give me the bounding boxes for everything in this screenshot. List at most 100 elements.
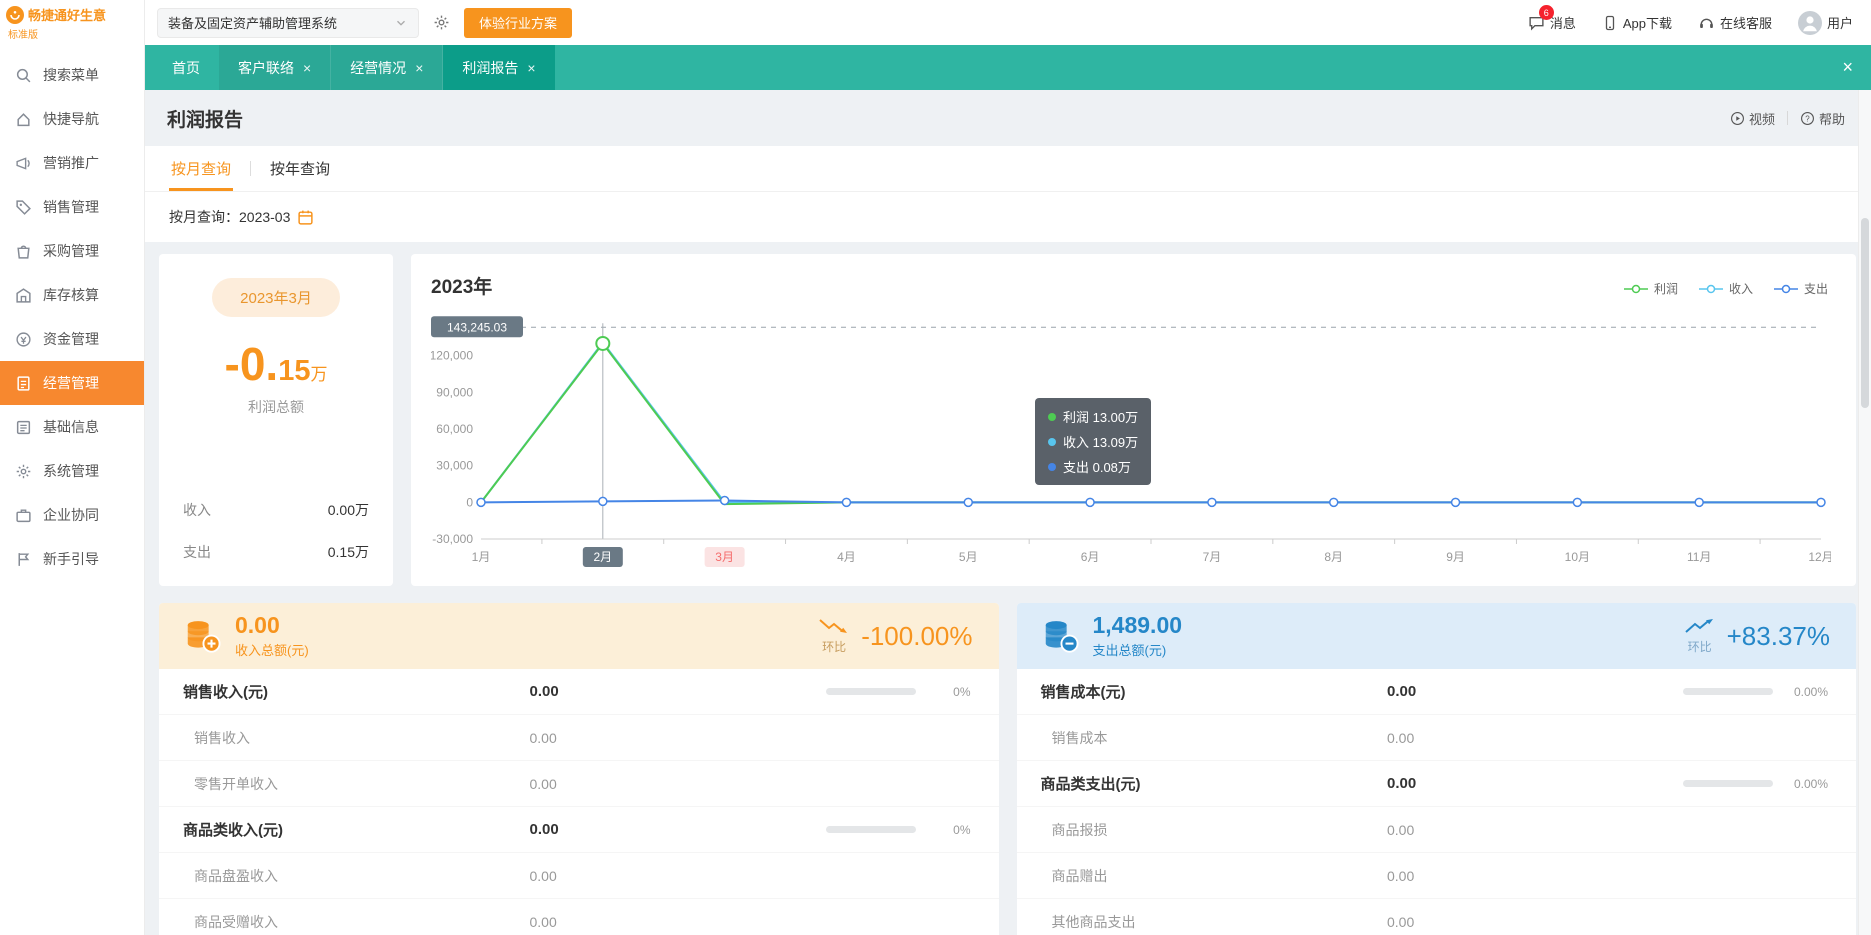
logo-title: 畅捷通好生意 (28, 8, 107, 23)
help-link[interactable]: ? 帮助 (1800, 109, 1845, 128)
stat-row-value: 0.00 (529, 821, 559, 838)
svg-text:0: 0 (466, 495, 473, 509)
stat-rows: 销售收入(元) 0.00 0% 销售收入 0.00 零售开单收入 0.00 商品类收入(元) 0… (159, 669, 999, 935)
calendar-icon[interactable] (297, 209, 314, 226)
query-tab-monthly[interactable]: 按月查询 (169, 146, 234, 191)
play-circle-icon (1730, 111, 1745, 126)
sidebar-item-system[interactable]: 系统管理 (0, 449, 144, 493)
legend-item[interactable]: 利润 (1623, 280, 1678, 297)
stat-row-label: 商品受赠收入 (194, 913, 278, 930)
tab-business-overview[interactable]: 经营情况 × (331, 45, 444, 90)
profit-chart[interactable]: 120,000 90,000 60,000 30,000 0 -30,000 143,245… (430, 307, 1836, 584)
income-card: 0.00 收入总额(元) 环比 -100.00% 销售收入(元) 0.00 0% 销售收入 0.… (159, 603, 999, 935)
stat-row-label: 商品类支出(元) (1040, 776, 1141, 793)
stat-row: 销售收入 0.00 (159, 715, 999, 761)
tab-bar: 首页 客户联络 × 经营情况 × 利润报告 × × (145, 45, 1871, 90)
sidebar-item-purchase[interactable]: 采购管理 (0, 229, 144, 273)
stat-row-value: 0.00 (1387, 729, 1415, 746)
experience-solution-button[interactable]: 体验行业方案 (464, 7, 573, 38)
ratio-label: 环比 (1687, 639, 1712, 654)
scrollbar-thumb[interactable] (1861, 218, 1869, 408)
tab-label: 经营情况 (350, 59, 407, 76)
sidebar-item-search-menu[interactable]: 搜索菜单 (0, 53, 144, 97)
progress-bar (825, 826, 916, 833)
sidebar-item-label: 快捷导航 (43, 111, 99, 127)
online-service-button[interactable]: 在线客服 (1698, 13, 1772, 32)
sidebar-item-label: 营销推广 (43, 155, 99, 171)
messages-button[interactable]: 6 消息 (1528, 5, 1576, 32)
tab-close-icon[interactable]: × (527, 60, 535, 76)
sidebar-item-guide[interactable]: 新手引导 (0, 537, 144, 581)
sidebar-item-basic-info[interactable]: 基础信息 (0, 405, 144, 449)
topbar: 装备及固定资产辅助管理系统 体验行业方案 6 消息 App下载 在线客服 用户 (145, 0, 1871, 45)
sidebar-item-funds[interactable]: 资金管理 (0, 317, 144, 361)
tab-label: 利润报告 (462, 59, 519, 76)
inventory-icon (15, 287, 32, 304)
avatar (1797, 10, 1822, 35)
purchase-icon (15, 243, 32, 260)
tab-customer-contact[interactable]: 客户联络 × (219, 45, 332, 90)
sidebar-item-marketing[interactable]: 营销推广 (0, 141, 144, 185)
close-all-tabs-icon[interactable]: × (1824, 45, 1871, 90)
progress-percent: 0% (953, 822, 971, 837)
svg-text:1月: 1月 (472, 550, 491, 564)
product-select-value: 装备及固定资产辅助管理系统 (168, 16, 338, 31)
sidebar-item-label: 企业协同 (43, 507, 99, 523)
profit-amount-label: 利润总额 (248, 399, 304, 415)
svg-text:4月: 4月 (837, 550, 856, 564)
stat-row: 商品受赠收入 0.00 (159, 899, 999, 935)
legend-item[interactable]: 支出 (1773, 280, 1828, 297)
user-menu[interactable]: 用户 (1797, 10, 1853, 35)
stat-row-value: 0.00 (529, 729, 557, 746)
month-picker-value[interactable]: 2023-03 (239, 209, 290, 225)
sidebar-item-collaboration[interactable]: 企业协同 (0, 493, 144, 537)
product-select[interactable]: 装备及固定资产辅助管理系统 (157, 7, 419, 38)
stat-row: 商品赠出 0.00 (1016, 853, 1856, 899)
divider (1786, 111, 1788, 125)
settings-gear-icon[interactable] (433, 14, 450, 31)
stat-row-label: 商品赠出 (1051, 867, 1108, 884)
sidebar-item-label: 系统管理 (43, 463, 99, 479)
sidebar-item-label: 经营管理 (43, 375, 99, 391)
sidebar: 畅捷通好生意 标准版 搜索菜单 快捷导航 营销推广 销售管理 采购管理 库存核算 资金管理经… (0, 0, 145, 935)
sidebar-item-quick-nav[interactable]: 快捷导航 (0, 97, 144, 141)
stat-row: 商品类收入(元) 0.00 0% (159, 807, 999, 853)
progress-bar (1683, 688, 1773, 695)
legend-item[interactable]: 收入 (1698, 280, 1753, 297)
page-header: 利润报告 视频 ? 帮助 (145, 90, 1871, 146)
page-title: 利润报告 (167, 109, 244, 131)
sidebar-item-operations[interactable]: 经营管理 (0, 361, 144, 405)
stat-row-value: 0.00 (529, 775, 557, 792)
summary-row: 收入 0.00万 (183, 502, 369, 518)
tab-home[interactable]: 首页 (153, 45, 219, 90)
total-value: 0.00 (235, 611, 280, 638)
svg-text:?: ? (1805, 114, 1810, 123)
query-tab-yearly[interactable]: 按年查询 (268, 146, 332, 191)
sidebar-item-sales[interactable]: 销售管理 (0, 185, 144, 229)
stat-row-label: 销售收入 (194, 729, 250, 746)
svg-text:12月: 12月 (1808, 550, 1831, 564)
stat-card-header: 0.00 收入总额(元) 环比 -100.00% (159, 603, 999, 669)
megaphone-icon (15, 155, 32, 172)
sidebar-item-label: 库存核算 (43, 287, 99, 303)
tab-close-icon[interactable]: × (415, 60, 423, 76)
guide-icon (15, 551, 32, 568)
tab-profit-report[interactable]: 利润报告 × (443, 45, 555, 90)
headset-icon (1698, 14, 1715, 31)
main-column: 装备及固定资产辅助管理系统 体验行业方案 6 消息 App下载 在线客服 用户 … (145, 0, 1871, 935)
video-link[interactable]: 视频 (1730, 109, 1775, 128)
scrollbar[interactable] (1858, 90, 1871, 935)
app-download-button[interactable]: App下载 (1602, 13, 1672, 32)
sidebar-item-inventory[interactable]: 库存核算 (0, 273, 144, 317)
sidebar-item-label: 基础信息 (43, 419, 99, 435)
sidebar-item-label: 搜索菜单 (43, 67, 99, 83)
progress-percent: 0.00% (1793, 684, 1828, 699)
chart-legend: 利润 收入 支出 (1623, 280, 1828, 297)
stat-row-value: 0.00 (1387, 821, 1415, 838)
svg-text:-30,000: -30,000 (432, 532, 473, 546)
stat-row-label: 商品报损 (1051, 821, 1108, 838)
trend-up-icon (1684, 618, 1715, 637)
tab-close-icon[interactable]: × (303, 60, 311, 76)
tab-label: 客户联络 (238, 59, 294, 76)
summary-rows: 收入 0.00万 支出 0.15万 (177, 500, 375, 572)
